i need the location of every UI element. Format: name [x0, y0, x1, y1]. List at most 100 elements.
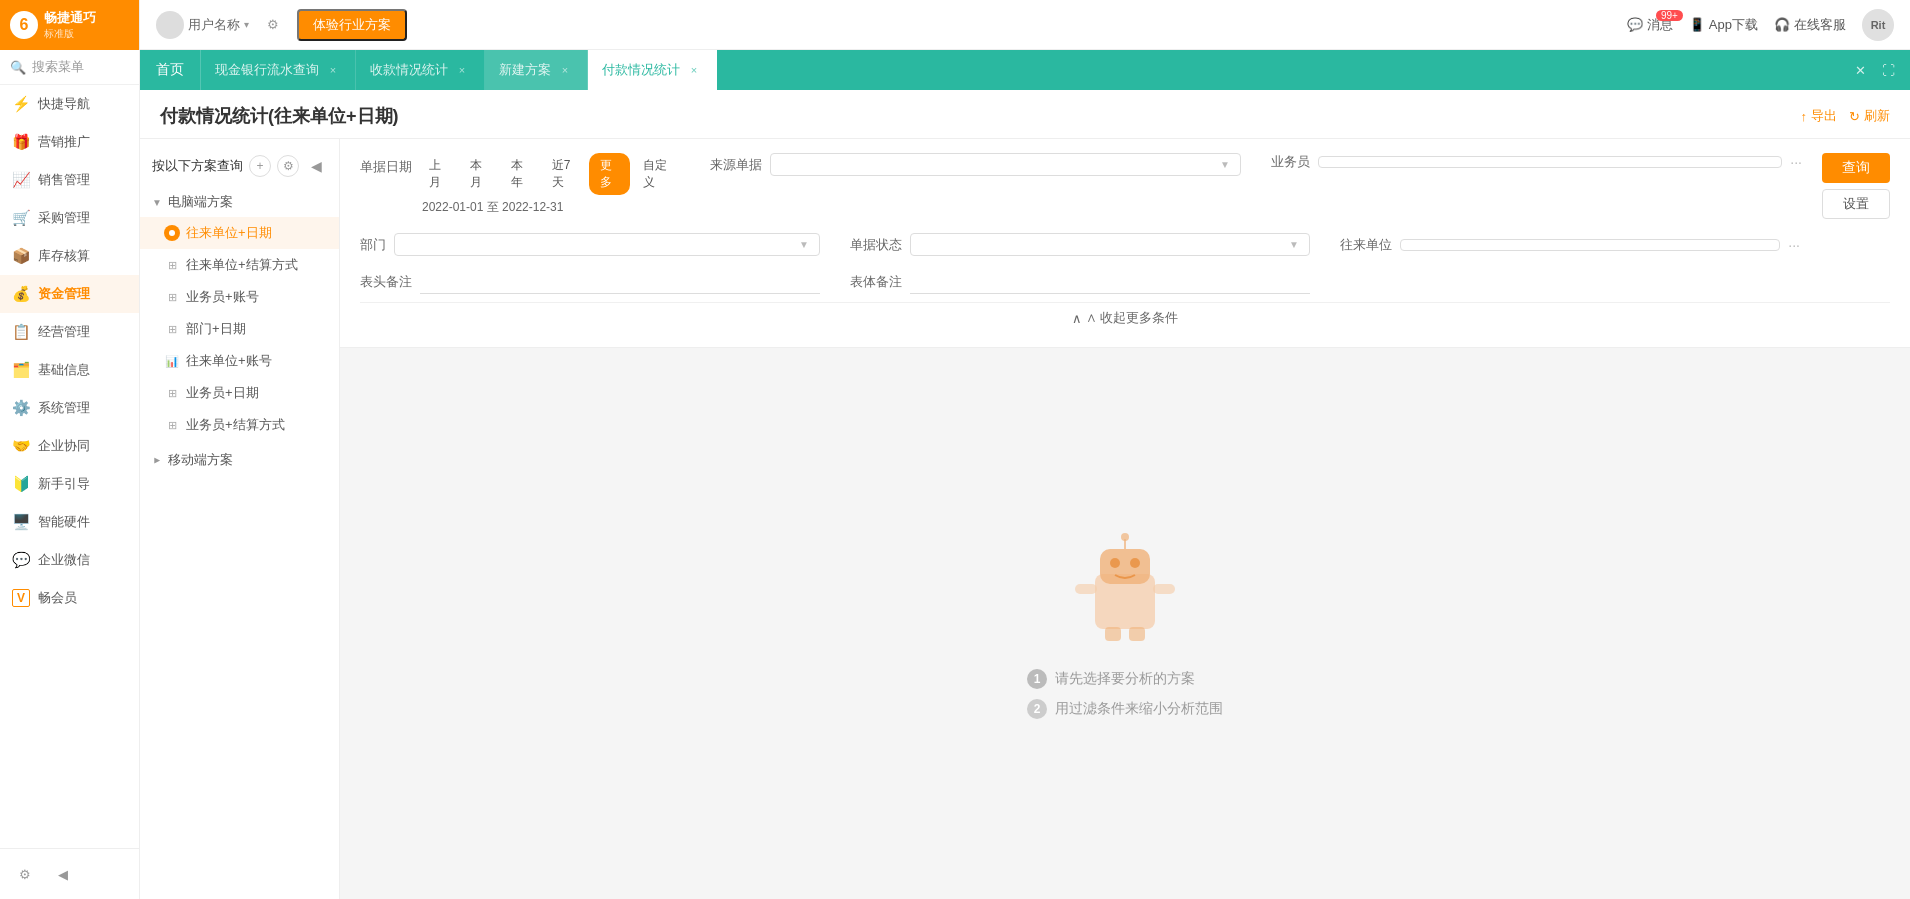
- sidebar-item-quick-nav[interactable]: ⚡ 快捷导航: [0, 85, 139, 123]
- collapse-more-btn[interactable]: ∧ ∧ 收起更多条件: [360, 302, 1890, 333]
- search-menu[interactable]: 🔍 搜索菜单: [0, 50, 139, 85]
- source-dropdown-icon: ▼: [1220, 159, 1230, 170]
- left-panel: 按以下方案查询 + ⚙ ◀: [140, 139, 340, 899]
- app-download-btn[interactable]: 📱 App下载: [1689, 16, 1758, 34]
- sidebar-item-enterprise[interactable]: 🤝 企业协同: [0, 427, 139, 465]
- left-panel-title: 按以下方案查询: [152, 157, 243, 175]
- user-dropdown-icon[interactable]: ▾: [244, 19, 249, 30]
- sidebar-item-operation[interactable]: 📋 经营管理: [0, 313, 139, 351]
- staff-select[interactable]: [1318, 156, 1782, 168]
- svg-rect-6: [1075, 584, 1097, 594]
- sidebar-item-wechat[interactable]: 💬 企业微信: [0, 541, 139, 579]
- date-btn-this-month[interactable]: 本月: [461, 153, 498, 195]
- trial-btn[interactable]: 体验行业方案: [297, 9, 407, 41]
- partner-more-btn[interactable]: ···: [1788, 237, 1800, 253]
- group-arrow-icon: ▼: [152, 197, 162, 208]
- panel-collapse-btn[interactable]: ◀: [305, 155, 327, 177]
- export-btn[interactable]: ↑ 导出: [1801, 107, 1838, 125]
- table-icon-1: ⊞: [164, 257, 180, 273]
- sidebar: 6 畅捷通巧 标准版 🔍 搜索菜单 ⚡ 快捷导航 🎁 营销推广 📈 销售管理 🛒…: [0, 0, 140, 899]
- topbar-user[interactable]: 用户名称 ▾: [156, 11, 249, 39]
- message-badge: 99+: [1656, 10, 1683, 21]
- dept-select[interactable]: ▼: [394, 233, 820, 256]
- body-layout: 按以下方案查询 + ⚙ ◀: [140, 139, 1910, 899]
- sidebar-item-member[interactable]: V 畅会员: [0, 579, 139, 617]
- service-icon: 🎧: [1774, 17, 1790, 32]
- empty-tip-1: 1 请先选择要分析的方案: [1027, 669, 1223, 689]
- mobile-group-header[interactable]: ▼ 移动端方案: [140, 445, 339, 475]
- tab-new-scheme-close[interactable]: ×: [557, 62, 573, 78]
- refresh-btn[interactable]: ↻ 刷新: [1849, 107, 1890, 125]
- tab-payment-stats-close[interactable]: ×: [686, 62, 702, 78]
- date-btn-custom[interactable]: 自定义: [634, 153, 680, 195]
- scheme-staff-settlement[interactable]: ⊞ 业务员+结算方式: [140, 409, 339, 441]
- main-area: 用户名称 ▾ ⚙ 体验行业方案 💬 消息 99+ 📱 App下载 🎧 在线客服 …: [140, 0, 1910, 899]
- sidebar-item-purchase[interactable]: 🛒 采购管理: [0, 199, 139, 237]
- svg-rect-9: [1129, 627, 1145, 641]
- sidebar-settings-btn[interactable]: ⚙: [10, 859, 40, 889]
- tab-bank-flow-close[interactable]: ×: [325, 62, 341, 78]
- tab-new-scheme[interactable]: 新建方案 ×: [485, 50, 588, 90]
- staff-more-btn[interactable]: ···: [1790, 154, 1802, 170]
- sidebar-item-system[interactable]: ⚙️ 系统管理: [0, 389, 139, 427]
- page-title: 付款情况统计(往来单位+日期): [160, 104, 399, 128]
- wechat-icon: 💬: [12, 551, 30, 569]
- header-note-input[interactable]: [420, 270, 820, 294]
- receipt-status-select[interactable]: ▼: [910, 233, 1310, 256]
- date-btn-this-year[interactable]: 本年: [502, 153, 539, 195]
- empty-state: 1 请先选择要分析的方案 2 用过滤条件来缩小分析范围: [340, 348, 1910, 899]
- date-btn-last-month[interactable]: 上月: [420, 153, 457, 195]
- body-note-input[interactable]: [910, 270, 1310, 294]
- svg-rect-8: [1105, 627, 1121, 641]
- scheme-gear-icon: ⚙: [283, 159, 294, 173]
- tab-close-all-btn[interactable]: ✕: [1848, 58, 1872, 82]
- scheme-partner-settlement[interactable]: ⊞ 往来单位+结算方式: [140, 249, 339, 281]
- topbar-settings-btn[interactable]: ⚙: [259, 11, 287, 39]
- scheme-dept-date[interactable]: ⊞ 部门+日期: [140, 313, 339, 345]
- messages-btn[interactable]: 💬 消息 99+: [1627, 16, 1673, 34]
- header-note-label: 表头备注: [360, 273, 412, 291]
- sidebar-item-guide[interactable]: 🔰 新手引导: [0, 465, 139, 503]
- sidebar-item-marketing[interactable]: 🎁 营销推广: [0, 123, 139, 161]
- sidebar-item-sales[interactable]: 📈 销售管理: [0, 161, 139, 199]
- sidebar-item-hardware[interactable]: 🖥️ 智能硬件: [0, 503, 139, 541]
- partner-select[interactable]: [1400, 239, 1780, 251]
- sidebar-collapse-btn[interactable]: ◀: [48, 859, 78, 889]
- user-avatar-btn[interactable]: Rit: [1862, 9, 1894, 41]
- export-icon: ↑: [1801, 109, 1808, 124]
- date-btn-more[interactable]: 更多: [589, 153, 630, 195]
- tab-maximize-btn[interactable]: ⛶: [1876, 58, 1900, 82]
- tab-bank-flow[interactable]: 现金银行流水查询 ×: [201, 50, 356, 90]
- source-select[interactable]: ▼: [770, 153, 1241, 176]
- sales-icon: 📈: [12, 171, 30, 189]
- member-icon: V: [12, 589, 30, 607]
- tip-num-2: 2: [1027, 699, 1047, 719]
- desktop-group-header[interactable]: ▼ 电脑端方案: [140, 187, 339, 217]
- date-btn-7days[interactable]: 近7天: [543, 153, 585, 195]
- scheme-partner-account[interactable]: 📊 往来单位+账号: [140, 345, 339, 377]
- left-panel-icons: + ⚙ ◀: [249, 155, 327, 177]
- online-service-btn[interactable]: 🎧 在线客服: [1774, 16, 1846, 34]
- scheme-settings-btn[interactable]: ⚙: [277, 155, 299, 177]
- tab-home[interactable]: 首页: [140, 50, 201, 90]
- sidebar-item-fund[interactable]: 💰 资金管理: [0, 275, 139, 313]
- sidebar-item-inventory[interactable]: 📦 库存核算: [0, 237, 139, 275]
- scheme-staff-account[interactable]: ⊞ 业务员+账号: [140, 281, 339, 313]
- staff-filter-label: 业务员: [1271, 153, 1310, 171]
- tab-receipt-stats-close[interactable]: ×: [454, 62, 470, 78]
- scheme-partner-date[interactable]: 往来单位+日期: [140, 217, 339, 249]
- purchase-icon: 🛒: [12, 209, 30, 227]
- tab-payment-stats[interactable]: 付款情况统计 ×: [588, 50, 717, 90]
- add-scheme-btn[interactable]: +: [249, 155, 271, 177]
- query-btn[interactable]: 查询: [1822, 153, 1890, 183]
- fund-icon: 💰: [12, 285, 30, 303]
- table-icon-4: ⊞: [164, 385, 180, 401]
- sidebar-item-basic-info[interactable]: 🗂️ 基础信息: [0, 351, 139, 389]
- filter-area: 单据日期 上月 本月 本年 近7天 更多 自定义 20: [340, 139, 1910, 348]
- sidebar-nav: ⚡ 快捷导航 🎁 营销推广 📈 销售管理 🛒 采购管理 📦 库存核算 💰 资金管…: [0, 85, 139, 848]
- tab-spacer: [717, 50, 1838, 90]
- sidebar-bottom: ⚙ ◀: [0, 848, 139, 899]
- scheme-staff-date[interactable]: ⊞ 业务员+日期: [140, 377, 339, 409]
- tab-receipt-stats[interactable]: 收款情况统计 ×: [356, 50, 485, 90]
- filter-settings-btn[interactable]: 设置: [1822, 189, 1890, 219]
